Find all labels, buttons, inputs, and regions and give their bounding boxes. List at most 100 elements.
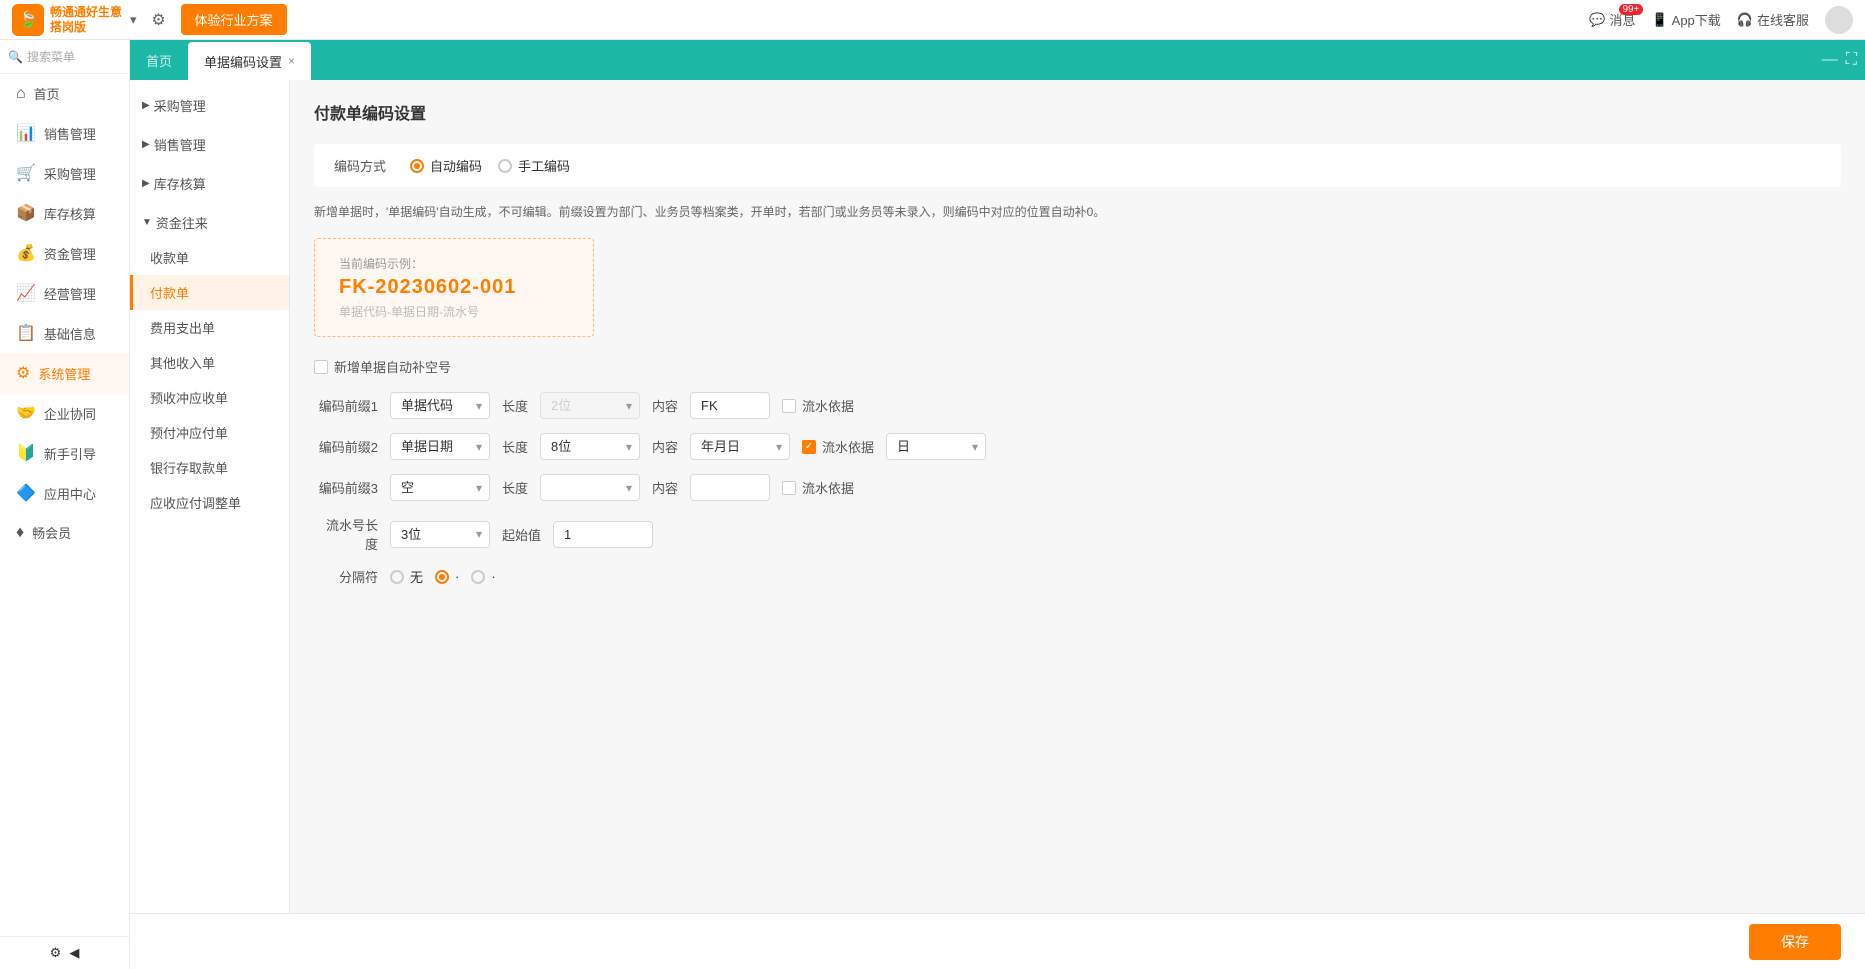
page-title: 付款单编码设置: [314, 100, 1841, 124]
separator-dash-option[interactable]: ·: [471, 569, 495, 584]
save-button[interactable]: 保存: [1749, 924, 1841, 960]
prefix2-length-select[interactable]: 8位: [540, 433, 640, 460]
tab-minimize-icon[interactable]: —: [1822, 51, 1838, 69]
prefix1-label: 编码前缀1: [314, 396, 378, 415]
sidebar-item-operations[interactable]: 📈 经营管理: [0, 273, 129, 313]
prefix3-label: 编码前缀3: [314, 478, 378, 497]
prefix1-length-select[interactable]: 2位: [540, 392, 640, 419]
message-action[interactable]: 💬 消息 99+: [1589, 10, 1635, 29]
sidebar-collapse-icon[interactable]: ◀: [69, 945, 79, 961]
sub-nav: ▶ 采购管理 ▶ 销售管理 ▶ 库存核算: [130, 80, 290, 913]
subnav-item-advance-payable[interactable]: 预付冲应付单: [130, 415, 289, 450]
prefix2-liushui-checkbox[interactable]: ✓: [802, 440, 816, 454]
prefix2-cycle-wrapper: 日: [886, 433, 986, 460]
sidebar-item-cooperation[interactable]: 🤝 企业协同: [0, 393, 129, 433]
tab-bar: 首页 单据编码设置 × — ⛶: [130, 40, 1865, 80]
search-icon: 🔍: [8, 50, 23, 64]
separator-dot-option[interactable]: ·: [435, 569, 459, 584]
prefix2-cycle-select[interactable]: 日: [886, 433, 986, 460]
subnav-header-inventory[interactable]: ▶ 库存核算: [130, 166, 289, 201]
auto-fill-checkbox[interactable]: [314, 360, 328, 374]
content-body: ▶ 采购管理 ▶ 销售管理 ▶ 库存核算: [130, 80, 1865, 913]
separator-none-option[interactable]: 无: [390, 567, 423, 586]
subnav-item-receivable-adjust[interactable]: 应收应付调整单: [130, 485, 289, 520]
search-menu[interactable]: 🔍 搜索菜单: [0, 40, 129, 74]
sidebar-item-vip[interactable]: ♦ 畅会员: [0, 513, 129, 552]
separator-dot-radio[interactable]: [435, 570, 449, 584]
serial-length-label: 流水号长度: [314, 515, 378, 553]
prefix1-liushui-checkbox[interactable]: [782, 399, 796, 413]
prefix3-length-select[interactable]: [540, 474, 640, 501]
tab-expand-icon[interactable]: ⛶: [1846, 51, 1857, 69]
code-preview-value: FK-20230602-001: [339, 276, 569, 299]
prefix1-length-wrapper: 2位: [540, 392, 640, 419]
sidebar-item-home[interactable]: ⌂ 首页: [0, 74, 129, 113]
auto-encode-radio[interactable]: [410, 159, 424, 173]
separator-none-radio[interactable]: [390, 570, 404, 584]
finance-icon: 💰: [16, 243, 36, 263]
manual-encode-radio[interactable]: [498, 159, 512, 173]
sidebar-item-sales[interactable]: 📊 销售管理: [0, 113, 129, 153]
separator-dash-label: ·: [491, 569, 495, 584]
prefix1-liushui[interactable]: 流水依据: [782, 396, 854, 415]
apps-icon: 🔷: [16, 483, 36, 503]
guide-icon: 🔰: [16, 443, 36, 463]
prefix2-select-wrapper: 单据代码 单据日期 空: [390, 433, 490, 460]
user-avatar[interactable]: [1825, 6, 1853, 34]
prefix2-liushui[interactable]: ✓ 流水依据: [802, 437, 874, 456]
serial-length-select[interactable]: 3位 4位 5位: [390, 521, 490, 548]
subnav-item-advance-receivable[interactable]: 预收冲应收单: [130, 380, 289, 415]
tab-home[interactable]: 首页: [130, 40, 188, 80]
sidebar-item-purchase[interactable]: 🛒 采购管理: [0, 153, 129, 193]
encoding-radio-group: 自动编码 手工编码: [410, 156, 570, 175]
app-logo: 🍃 畅通通好生意 搭岗版: [12, 4, 122, 36]
tab-close-icon[interactable]: ×: [288, 54, 295, 68]
prefix3-row: 编码前缀3 空 单据代码 单据日期 长度 内容: [314, 474, 1841, 501]
sidebar-settings-icon[interactable]: ⚙: [50, 945, 62, 961]
subnav-header-capital[interactable]: ▼ 资金往来: [130, 205, 289, 240]
service-icon: 🎧: [1737, 12, 1753, 28]
logo-text: 畅通通好生意 搭岗版: [50, 5, 122, 34]
sidebar-item-basics[interactable]: 📋 基础信息: [0, 313, 129, 353]
subnav-header-purchase[interactable]: ▶ 采购管理: [130, 88, 289, 123]
separator-label: 分隔符: [314, 567, 378, 586]
sidebar-item-guide[interactable]: 🔰 新手引导: [0, 433, 129, 473]
encoding-mode-section: 编码方式 自动编码 手工编码: [314, 144, 1841, 187]
start-value-label: 起始值: [502, 525, 541, 544]
subnav-item-receipt[interactable]: 收款单: [130, 240, 289, 275]
start-value-input[interactable]: [553, 521, 653, 548]
nav-dropdown[interactable]: ▾: [130, 12, 137, 28]
sidebar-bottom: ⚙ ◀: [0, 936, 129, 969]
main-layout: 🔍 搜索菜单 ⌂ 首页 📊 销售管理 🛒 采购管理 📦 库存核算 💰 资金管理 …: [0, 40, 1865, 969]
subnav-header-sales[interactable]: ▶ 销售管理: [130, 127, 289, 162]
experience-button[interactable]: 体验行业方案: [181, 4, 287, 35]
sidebar-item-system[interactable]: ⚙ 系统管理: [0, 353, 129, 393]
auto-encode-option[interactable]: 自动编码: [410, 156, 482, 175]
separator-dash-radio[interactable]: [471, 570, 485, 584]
prefix1-select[interactable]: 单据代码 单据日期 空: [390, 392, 490, 419]
prefix2-select[interactable]: 单据代码 单据日期 空: [390, 433, 490, 460]
sidebar-item-apps[interactable]: 🔷 应用中心: [0, 473, 129, 513]
sales-icon: 📊: [16, 123, 36, 143]
settings-icon[interactable]: ⚙: [145, 6, 173, 34]
sidebar-item-inventory[interactable]: 📦 库存核算: [0, 193, 129, 233]
prefix2-content-select[interactable]: 年月日: [690, 433, 790, 460]
prefix3-liushui-checkbox[interactable]: [782, 481, 796, 495]
prefix3-liushui[interactable]: 流水依据: [782, 478, 854, 497]
subnav-item-other-income[interactable]: 其他收入单: [130, 345, 289, 380]
online-service-action[interactable]: 🎧 在线客服: [1737, 10, 1809, 29]
chevron-right-icon: ▶: [142, 100, 150, 111]
manual-encode-option[interactable]: 手工编码: [498, 156, 570, 175]
subnav-item-payment[interactable]: 付款单: [130, 275, 289, 310]
prefix2-length-wrapper: 8位: [540, 433, 640, 460]
tab-encoding[interactable]: 单据编码设置 ×: [188, 42, 311, 80]
subnav-item-bank-deposit[interactable]: 银行存取款单: [130, 450, 289, 485]
subnav-item-expense[interactable]: 费用支出单: [130, 310, 289, 345]
prefix3-select[interactable]: 空 单据代码 单据日期: [390, 474, 490, 501]
sidebar-item-finance[interactable]: 💰 资金管理: [0, 233, 129, 273]
app-download-action[interactable]: 📱 App下载: [1651, 10, 1720, 29]
prefix2-content-wrapper: 年月日: [690, 433, 790, 460]
prefix3-content-label: 内容: [652, 478, 678, 497]
top-actions: 💬 消息 99+ 📱 App下载 🎧 在线客服: [1589, 6, 1853, 34]
tab-bar-controls: — ⛶: [1822, 51, 1865, 69]
